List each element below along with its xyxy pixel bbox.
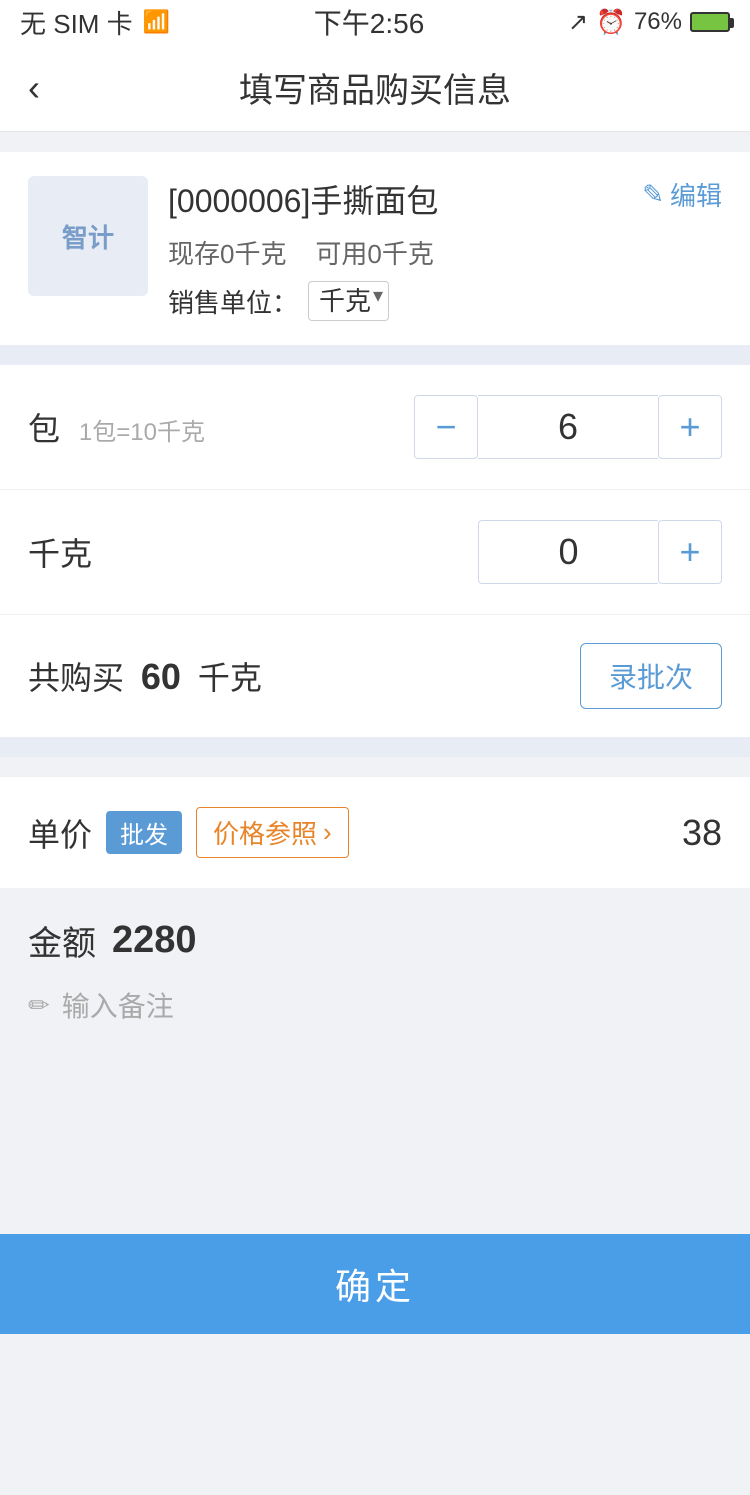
amount-section: 金额 2280 ✏ 输入备注 [0,888,750,1045]
bottom-area [0,1045,750,1395]
remark-placeholder: 输入备注 [62,985,174,1025]
product-stock: 现存0千克 可用0千克 [168,234,722,271]
amount-value: 2280 [112,919,197,962]
price-value: 38 [682,812,722,854]
summary-text: 共购买 60 千克 [28,653,262,699]
price-type-tag: 批发 [106,811,182,854]
plus-button-bao[interactable]: + [658,395,722,459]
product-logo: 智计 [62,218,114,255]
price-section: 单价 批发 价格参照 › 38 [0,777,750,888]
back-button[interactable]: ‹ [28,67,40,109]
summary-qty: 60 [141,656,181,697]
amount-label: 金额 [28,916,96,965]
stock-text: 现存0千克 [168,239,286,269]
product-name: [0000006]手撕面包 [168,176,722,222]
price-reference-button[interactable]: 价格参照 › [196,807,349,858]
remark-row[interactable]: ✏ 输入备注 [28,985,722,1045]
alarm-icon: ⏰ [596,8,626,37]
section-divider-1 [0,345,750,365]
price-ref-icon: › [323,817,332,848]
battery-text: 76% [634,8,682,36]
page-title: 填写商品购买信息 [239,63,511,112]
status-time: 下午2:56 [314,2,425,42]
price-ref-label: 价格参照 [213,814,317,851]
unit-select-wrap[interactable]: 千克 [308,281,389,321]
unit-label: 销售单位： [168,283,298,320]
nav-bar: ‹ 填写商品购买信息 [0,44,750,132]
wifi-icon: 📶 [143,9,170,35]
section-divider-2 [0,737,750,757]
product-unit-row: 销售单位： 千克 [168,281,722,321]
available-text: 可用0千克 [315,239,433,269]
quantity-controls-kg: + [478,520,722,584]
quantity-label-bao: 包 1包=10千克 [28,404,414,450]
location-icon: ↗ [568,8,588,37]
unit-select[interactable]: 千克 [308,281,389,321]
status-bar: 无 SIM 卡 📶 下午2:56 ↗ ⏰ 76% [0,0,750,44]
quantity-row-bao: 包 1包=10千克 − + [0,365,750,490]
price-label: 单价 [28,810,92,856]
hint-bao: 1包=10千克 [79,419,205,446]
battery-icon [690,12,730,32]
record-batch-button[interactable]: 录批次 [580,643,722,709]
quantity-label-kg: 千克 [28,529,478,575]
summary-prefix: 共购买 [28,660,124,696]
carrier-text: 无 SIM 卡 [20,4,133,41]
status-right: ↗ ⏰ 76% [568,8,730,37]
product-info: [0000006]手撕面包 现存0千克 可用0千克 销售单位： 千克 [168,176,722,321]
quantity-row-kg: 千克 + [0,490,750,615]
quantity-controls-bao: − + [414,395,722,459]
edit-button[interactable]: ✎ 编辑 [642,176,722,213]
plus-button-kg[interactable]: + [658,520,722,584]
edit-icon: ✎ [642,179,664,210]
product-image: 智计 [28,176,148,296]
pencil-icon: ✏ [28,990,50,1021]
label-bao: 包 [28,411,60,447]
summary-unit: 千克 [198,660,262,696]
price-row: 单价 批发 价格参照 › 38 [0,777,750,888]
edit-label: 编辑 [670,176,722,213]
summary-row: 共购买 60 千克 录批次 [0,615,750,737]
status-left: 无 SIM 卡 📶 [20,4,170,41]
amount-row: 金额 2280 [28,916,722,965]
qty-input-bao[interactable] [478,395,658,459]
minus-button-bao[interactable]: − [414,395,478,459]
product-card: 智计 [0000006]手撕面包 现存0千克 可用0千克 销售单位： 千克 ✎ … [0,152,750,345]
label-kg: 千克 [28,536,92,572]
qty-input-kg[interactable] [478,520,658,584]
quantity-section: 包 1包=10千克 − + 千克 + 共购买 60 千克 [0,365,750,737]
confirm-button[interactable]: 确定 [0,1234,750,1334]
